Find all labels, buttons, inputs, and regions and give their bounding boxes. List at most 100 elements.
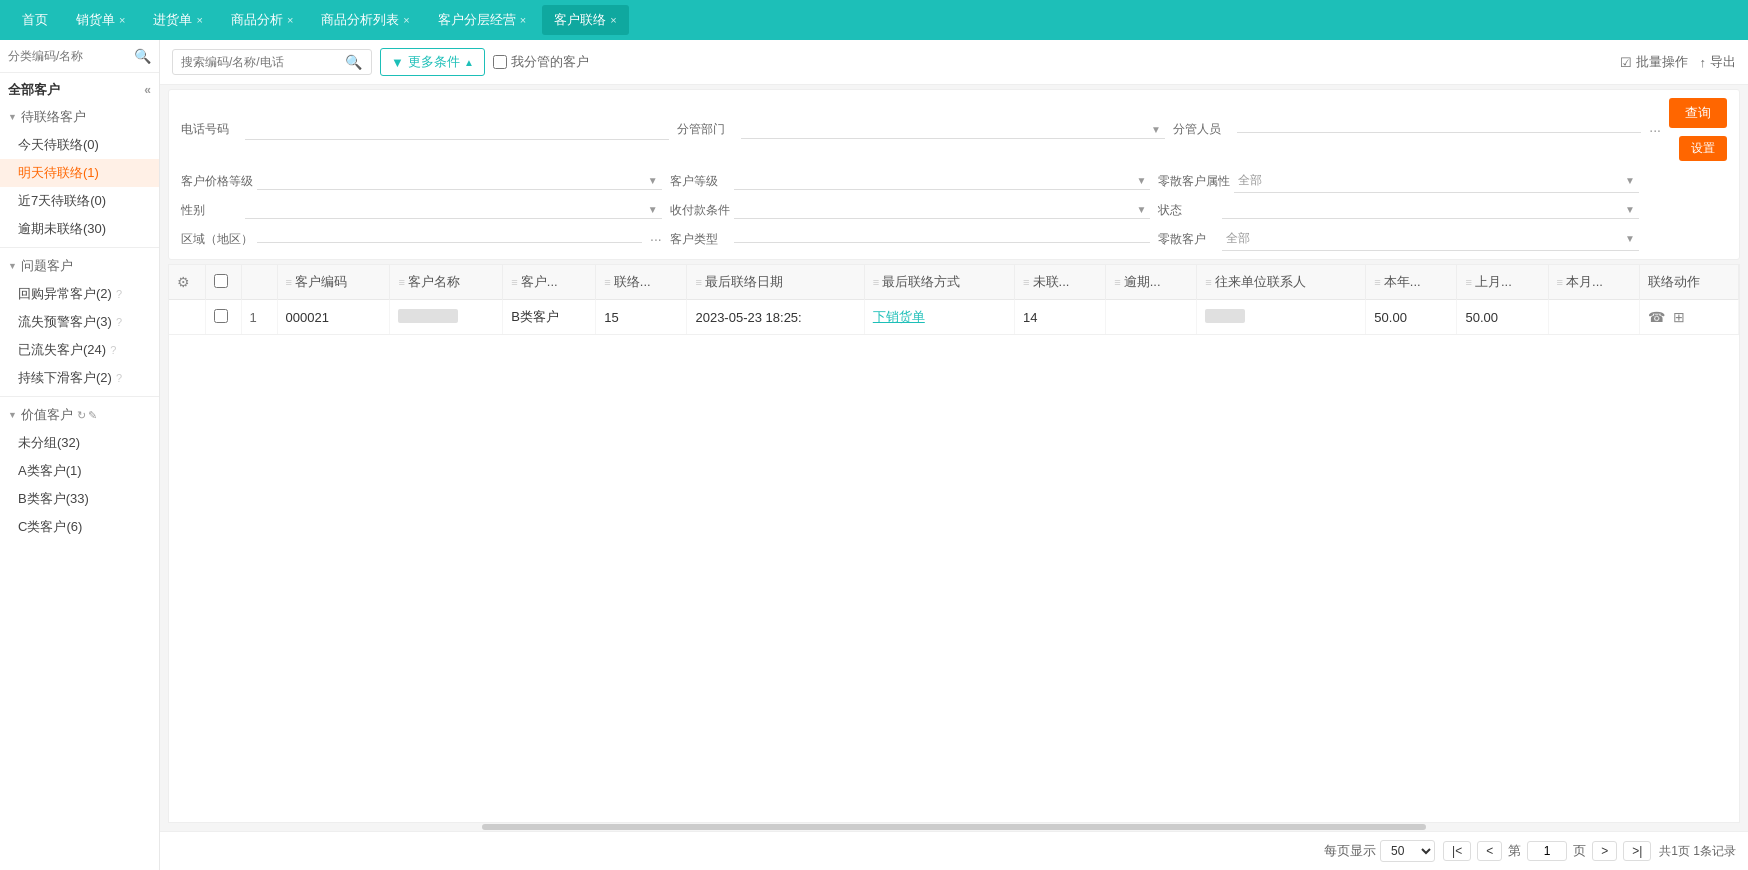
td-action: ☎ ⊞ bbox=[1639, 300, 1738, 335]
help-icon-declining[interactable]: ? bbox=[116, 372, 122, 384]
sidebar-item-overdue-contact[interactable]: 逾期未联络(30) bbox=[0, 215, 159, 243]
my-customers-checkbox[interactable] bbox=[493, 55, 507, 69]
nav-customer-stratified-close[interactable]: × bbox=[520, 14, 526, 26]
first-page-btn[interactable]: |< bbox=[1443, 841, 1471, 861]
edit-icon-value[interactable]: ✎ bbox=[88, 409, 97, 422]
sidebar-search-icon[interactable]: 🔍 bbox=[134, 48, 151, 64]
td-contact-person bbox=[1197, 300, 1366, 335]
select-all-checkbox[interactable] bbox=[214, 274, 228, 288]
help-icon-abnormal[interactable]: ? bbox=[116, 288, 122, 300]
more-conditions-btn[interactable]: ▼ 更多条件 ▲ bbox=[380, 48, 485, 76]
prev-page-btn[interactable]: < bbox=[1477, 841, 1502, 861]
column-settings-icon[interactable]: ⚙ bbox=[177, 274, 190, 290]
th-last-month[interactable]: 上月... bbox=[1457, 265, 1548, 300]
nav-customer-contact-close[interactable]: × bbox=[610, 14, 616, 26]
filter-customer-level: 客户等级 ▼ bbox=[670, 172, 1151, 190]
th-code[interactable]: 客户编码 bbox=[277, 265, 390, 300]
nav-product-analysis-list[interactable]: 商品分析列表 × bbox=[309, 5, 421, 35]
filter-phone-input[interactable] bbox=[245, 119, 669, 140]
nav-sales-close[interactable]: × bbox=[119, 14, 125, 26]
sidebar-divider-2 bbox=[0, 396, 159, 397]
sidebar-group-pending[interactable]: 待联络客户 bbox=[0, 103, 159, 131]
nav-purchase-close[interactable]: × bbox=[196, 14, 202, 26]
set-button[interactable]: 设置 bbox=[1679, 136, 1727, 161]
action-phone-icon[interactable]: ☎ bbox=[1648, 309, 1665, 325]
th-contact-person[interactable]: 往来单位联系人 bbox=[1197, 265, 1366, 300]
footer-nav: |< < 第 页 > >| bbox=[1443, 841, 1651, 861]
sidebar-item-abnormal-label: 回购异常客户(2) bbox=[18, 285, 112, 303]
th-code-label: 客户编码 bbox=[295, 274, 347, 289]
sidebar-item-declining[interactable]: 持续下滑客户(2) ? bbox=[0, 364, 159, 392]
th-this-month[interactable]: 本月... bbox=[1548, 265, 1639, 300]
page-size-select[interactable]: 50 100 bbox=[1380, 840, 1435, 862]
export-btn[interactable]: ↑ 导出 bbox=[1700, 53, 1737, 71]
th-un-contact[interactable]: 未联... bbox=[1015, 265, 1106, 300]
help-icon-lost[interactable]: ? bbox=[110, 344, 116, 356]
my-customers-checkbox-area: 我分管的客户 bbox=[493, 53, 589, 71]
th-last-contact-method[interactable]: 最后联络方式 bbox=[864, 265, 1014, 300]
batch-ops-btn[interactable]: ☑ 批量操作 bbox=[1620, 53, 1688, 71]
filter-payment-select[interactable]: ▼ bbox=[734, 201, 1151, 219]
sidebar-item-lost[interactable]: 已流失客户(24) ? bbox=[0, 336, 159, 364]
last-page-btn[interactable]: >| bbox=[1623, 841, 1651, 861]
nav-product-analysis-list-close[interactable]: × bbox=[403, 14, 409, 26]
next-page-btn[interactable]: > bbox=[1592, 841, 1617, 861]
nav-customer-contact[interactable]: 客户联络 × bbox=[542, 5, 628, 35]
th-last-contact-date[interactable]: 最后联络日期 bbox=[687, 265, 864, 300]
filter-person-more[interactable]: ··· bbox=[1649, 122, 1661, 138]
td-gear bbox=[169, 300, 205, 335]
filter-retail-attr-select[interactable]: 全部 ▼ bbox=[1234, 169, 1639, 193]
last-contact-method-link[interactable]: 下销货单 bbox=[873, 309, 925, 324]
th-contacts[interactable]: 联络... bbox=[596, 265, 687, 300]
sidebar-group-value[interactable]: 价值客户 ↻ ✎ bbox=[0, 401, 159, 429]
sidebar-item-week-label: 近7天待联络(0) bbox=[18, 192, 106, 210]
sidebar-item-warning-label: 流失预警客户(3) bbox=[18, 313, 112, 331]
nav-purchase[interactable]: 进货单 × bbox=[141, 5, 214, 35]
sidebar-item-b-type[interactable]: B类客户(33) bbox=[0, 485, 159, 513]
filter-person-select[interactable] bbox=[1237, 126, 1641, 133]
filter-price-level-select[interactable]: ▼ bbox=[257, 172, 662, 190]
filter-phone-label: 电话号码 bbox=[181, 121, 241, 138]
th-overdue[interactable]: 逾期... bbox=[1106, 265, 1197, 300]
filter-customer-type-select[interactable] bbox=[734, 236, 1151, 243]
main-search-input[interactable] bbox=[181, 55, 341, 69]
refresh-icon-value[interactable]: ↻ bbox=[77, 409, 86, 422]
sidebar-item-a-type[interactable]: A类客户(1) bbox=[0, 457, 159, 485]
filter-row-2: 客户价格等级 ▼ 客户等级 ▼ 零散客户属性 全部 bbox=[181, 169, 1727, 193]
sidebar-search-input[interactable] bbox=[8, 49, 130, 63]
th-this-year[interactable]: 本年... bbox=[1366, 265, 1457, 300]
th-type[interactable]: 客户... bbox=[503, 265, 596, 300]
filter-region-select[interactable] bbox=[257, 236, 642, 243]
current-page-input[interactable] bbox=[1527, 841, 1567, 861]
filter-status-select[interactable]: ▼ bbox=[1222, 201, 1639, 219]
th-name[interactable]: 客户名称 bbox=[390, 265, 503, 300]
filter-region-label: 区域（地区） bbox=[181, 231, 253, 248]
filter-customer-level-select[interactable]: ▼ bbox=[734, 172, 1151, 190]
horizontal-scrollbar[interactable] bbox=[168, 823, 1740, 831]
action-grid-icon[interactable]: ⊞ bbox=[1673, 309, 1685, 325]
sidebar-item-ungrouped[interactable]: 未分组(32) bbox=[0, 429, 159, 457]
filter-retail-customer-select[interactable]: 全部 ▼ bbox=[1222, 227, 1639, 251]
filter-region-more[interactable]: ··· bbox=[650, 231, 662, 247]
filter-gender-select[interactable]: ▼ bbox=[245, 201, 662, 219]
sidebar-item-today[interactable]: 今天待联络(0) bbox=[0, 131, 159, 159]
sidebar-item-tomorrow[interactable]: 明天待联络(1) bbox=[0, 159, 159, 187]
help-icon-warning[interactable]: ? bbox=[116, 316, 122, 328]
sidebar-item-abnormal[interactable]: 回购异常客户(2) ? bbox=[0, 280, 159, 308]
main-search-icon[interactable]: 🔍 bbox=[345, 54, 362, 70]
nav-customer-stratified[interactable]: 客户分层经营 × bbox=[426, 5, 538, 35]
nav-product-analysis[interactable]: 商品分析 × bbox=[219, 5, 305, 35]
filter-dept: 分管部门 ▼ bbox=[677, 121, 1165, 139]
nav-sales[interactable]: 销货单 × bbox=[64, 5, 137, 35]
query-button[interactable]: 查询 bbox=[1669, 98, 1727, 128]
sidebar-group-problem[interactable]: 问题客户 bbox=[0, 252, 159, 280]
sidebar-item-week[interactable]: 近7天待联络(0) bbox=[0, 187, 159, 215]
nav-home[interactable]: 首页 bbox=[10, 5, 60, 35]
row-checkbox[interactable] bbox=[214, 309, 228, 323]
sidebar-item-c-type[interactable]: C类客户(6) bbox=[0, 513, 159, 541]
sidebar-item-warning[interactable]: 流失预警客户(3) ? bbox=[0, 308, 159, 336]
filter-dept-select[interactable]: ▼ bbox=[741, 121, 1165, 139]
nav-product-analysis-close[interactable]: × bbox=[287, 14, 293, 26]
my-customers-label: 我分管的客户 bbox=[511, 53, 589, 71]
sidebar-all-customers[interactable]: 全部客户 « bbox=[0, 73, 159, 103]
